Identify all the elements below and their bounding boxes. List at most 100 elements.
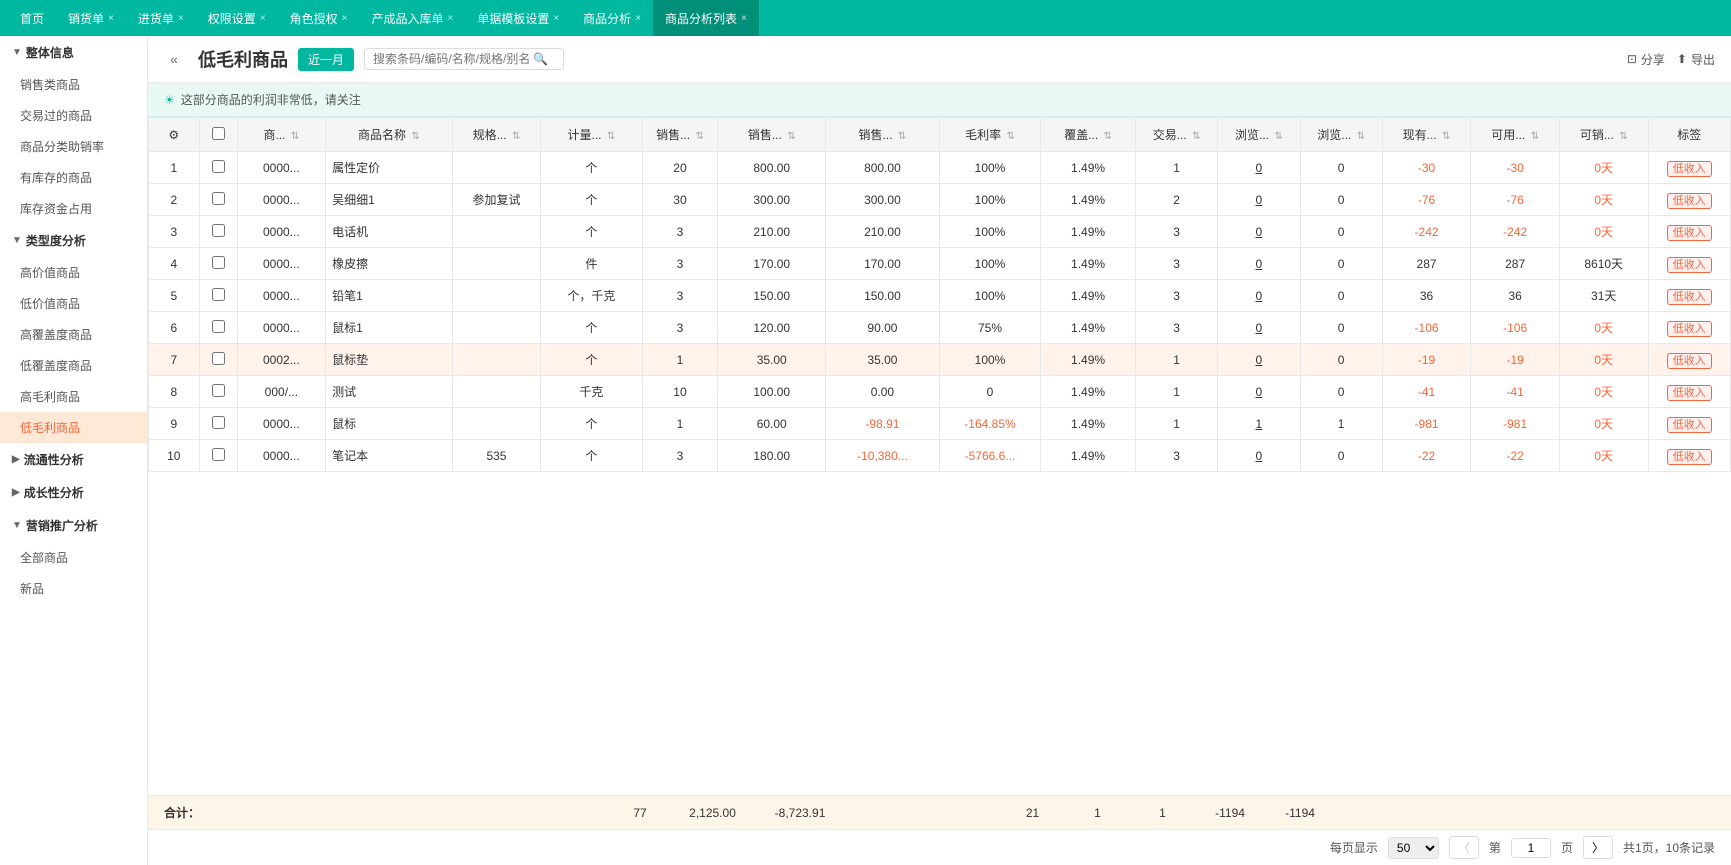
col-header-code[interactable]: 商... ⇅ <box>237 118 326 152</box>
sidebar-group-flow-analysis[interactable]: ▶ 流通性分析 <box>0 443 147 476</box>
nav-product-entry[interactable]: 产成品入库单 × <box>359 0 465 36</box>
footer-sales-amt: 2,125.00 <box>670 806 755 820</box>
col-header-tag[interactable]: 标签 <box>1648 118 1731 152</box>
col-header-name[interactable]: 商品名称 ⇅ <box>326 118 453 152</box>
col-header-browse1[interactable]: 浏览... ⇅ <box>1218 118 1300 152</box>
share-btn[interactable]: ⊡ 分享 <box>1627 51 1665 68</box>
cell-browse1[interactable]: 0 <box>1218 184 1300 216</box>
prev-page-btn[interactable]: 〈 <box>1449 836 1479 859</box>
per-page-select[interactable]: 50 100 200 <box>1388 837 1439 859</box>
nav-sales-order[interactable]: 销货单 × <box>56 0 126 36</box>
search-input[interactable] <box>373 52 533 66</box>
close-icon[interactable]: × <box>635 13 641 24</box>
cell-check[interactable] <box>199 216 237 248</box>
cell-browse2: 0 <box>1300 376 1382 408</box>
close-icon[interactable]: × <box>447 13 453 24</box>
cell-check[interactable] <box>199 312 237 344</box>
col-header-cover[interactable]: 覆盖... ⇅ <box>1041 118 1136 152</box>
col-header-stock-sale[interactable]: 可销... ⇅ <box>1559 118 1648 152</box>
sidebar-item-stock-capital[interactable]: 库存资金占用 <box>0 193 147 224</box>
sidebar-item-high-profit[interactable]: 高毛利商品 <box>0 381 147 412</box>
col-header-spec[interactable]: 规格... ⇅ <box>452 118 541 152</box>
nav-product-analysis[interactable]: 商品分析 × <box>571 0 653 36</box>
nav-product-analysis-list[interactable]: 商品分析列表 × <box>653 0 759 36</box>
cell-check[interactable] <box>199 376 237 408</box>
sidebar-group-type-analysis[interactable]: ▼ 类型度分析 <box>0 224 147 257</box>
close-icon[interactable]: × <box>553 13 559 24</box>
close-icon[interactable]: × <box>741 13 747 24</box>
cell-check[interactable] <box>199 440 237 472</box>
sidebar-item-all-goods[interactable]: 全部商品 <box>0 542 147 573</box>
row-checkbox[interactable] <box>212 256 225 269</box>
cell-gross-rate: 100% <box>939 280 1040 312</box>
close-icon[interactable]: × <box>260 13 266 24</box>
close-icon[interactable]: × <box>342 13 348 24</box>
close-icon[interactable]: × <box>108 13 114 24</box>
col-header-trade[interactable]: 交易... ⇅ <box>1136 118 1218 152</box>
cell-check[interactable] <box>199 152 237 184</box>
cell-browse1[interactable]: 0 <box>1218 216 1300 248</box>
col-header-stock-avail[interactable]: 可用... ⇅ <box>1471 118 1560 152</box>
nav-role-auth[interactable]: 角色授权 × <box>278 0 360 36</box>
table-wrapper[interactable]: ⚙ 商... ⇅ 商品名称 ⇅ <box>148 117 1731 795</box>
row-checkbox[interactable] <box>212 224 225 237</box>
row-checkbox[interactable] <box>212 192 225 205</box>
col-header-unit[interactable]: 计量... ⇅ <box>541 118 642 152</box>
col-header-gross-rate[interactable]: 毛利率 ⇅ <box>939 118 1040 152</box>
row-checkbox[interactable] <box>212 448 225 461</box>
sidebar-item-stocked-goods[interactable]: 有库存的商品 <box>0 162 147 193</box>
cell-browse1[interactable]: 0 <box>1218 248 1300 280</box>
sidebar-item-low-coverage[interactable]: 低覆盖度商品 <box>0 350 147 381</box>
close-icon[interactable]: × <box>178 13 184 24</box>
next-page-btn[interactable]: 〉 <box>1583 836 1613 859</box>
cell-browse1[interactable]: 0 <box>1218 440 1300 472</box>
cell-check[interactable] <box>199 344 237 376</box>
sidebar-item-high-value[interactable]: 高价值商品 <box>0 257 147 288</box>
cell-spec <box>452 152 541 184</box>
search-icon[interactable]: 🔍 <box>533 52 548 66</box>
cell-sales-qty: 3 <box>642 248 718 280</box>
row-checkbox[interactable] <box>212 288 225 301</box>
cell-browse1[interactable]: 0 <box>1218 344 1300 376</box>
page-number-input[interactable] <box>1511 838 1551 858</box>
sidebar-item-new-goods[interactable]: 新品 <box>0 573 147 604</box>
settings-icon[interactable]: ⚙ <box>168 128 179 142</box>
cell-browse1[interactable]: 0 <box>1218 152 1300 184</box>
sidebar-group-overall[interactable]: ▼ 整体信息 <box>0 36 147 69</box>
col-header-check[interactable] <box>199 118 237 152</box>
cell-check[interactable] <box>199 408 237 440</box>
cell-check[interactable] <box>199 184 237 216</box>
sidebar-item-high-coverage[interactable]: 高覆盖度商品 <box>0 319 147 350</box>
cell-check[interactable] <box>199 280 237 312</box>
sidebar-group-growth-analysis[interactable]: ▶ 成长性分析 <box>0 476 147 509</box>
row-checkbox[interactable] <box>212 416 225 429</box>
sidebar-item-sales-goods[interactable]: 销售类商品 <box>0 69 147 100</box>
col-header-sales-profit[interactable]: 销售... ⇅ <box>825 118 939 152</box>
col-header-sales-amt[interactable]: 销售... ⇅ <box>718 118 826 152</box>
nav-purchase-order[interactable]: 进货单 × <box>126 0 196 36</box>
export-btn[interactable]: ⬆ 导出 <box>1677 51 1715 68</box>
sidebar-group-marketing-analysis[interactable]: ▼ 营销推广分析 <box>0 509 147 542</box>
sidebar-item-low-value[interactable]: 低价值商品 <box>0 288 147 319</box>
row-checkbox[interactable] <box>212 384 225 397</box>
cell-browse1[interactable]: 0 <box>1218 280 1300 312</box>
col-header-browse2[interactable]: 浏览... ⇅ <box>1300 118 1382 152</box>
col-header-sales-qty[interactable]: 销售... ⇅ <box>642 118 718 152</box>
row-checkbox[interactable] <box>212 160 225 173</box>
collapse-sidebar-btn[interactable]: « <box>164 49 184 69</box>
select-all-checkbox[interactable] <box>212 127 225 140</box>
cell-check[interactable] <box>199 248 237 280</box>
row-checkbox[interactable] <box>212 320 225 333</box>
col-header-stock-cur[interactable]: 现有... ⇅ <box>1382 118 1471 152</box>
nav-home[interactable]: 首页 <box>8 0 56 36</box>
sidebar-item-category-rate[interactable]: 商品分类助销率 <box>0 131 147 162</box>
cell-browse1[interactable]: 0 <box>1218 312 1300 344</box>
cell-browse1[interactable]: 1 <box>1218 408 1300 440</box>
filter-recent-month-btn[interactable]: 近一月 <box>298 48 354 71</box>
sidebar-item-low-profit[interactable]: 低毛利商品 <box>0 412 147 443</box>
nav-permissions[interactable]: 权限设置 × <box>196 0 278 36</box>
nav-template-settings[interactable]: 单据模板设置 × <box>465 0 571 36</box>
sidebar-item-traded-goods[interactable]: 交易过的商品 <box>0 100 147 131</box>
cell-browse1[interactable]: 0 <box>1218 376 1300 408</box>
row-checkbox[interactable] <box>212 352 225 365</box>
